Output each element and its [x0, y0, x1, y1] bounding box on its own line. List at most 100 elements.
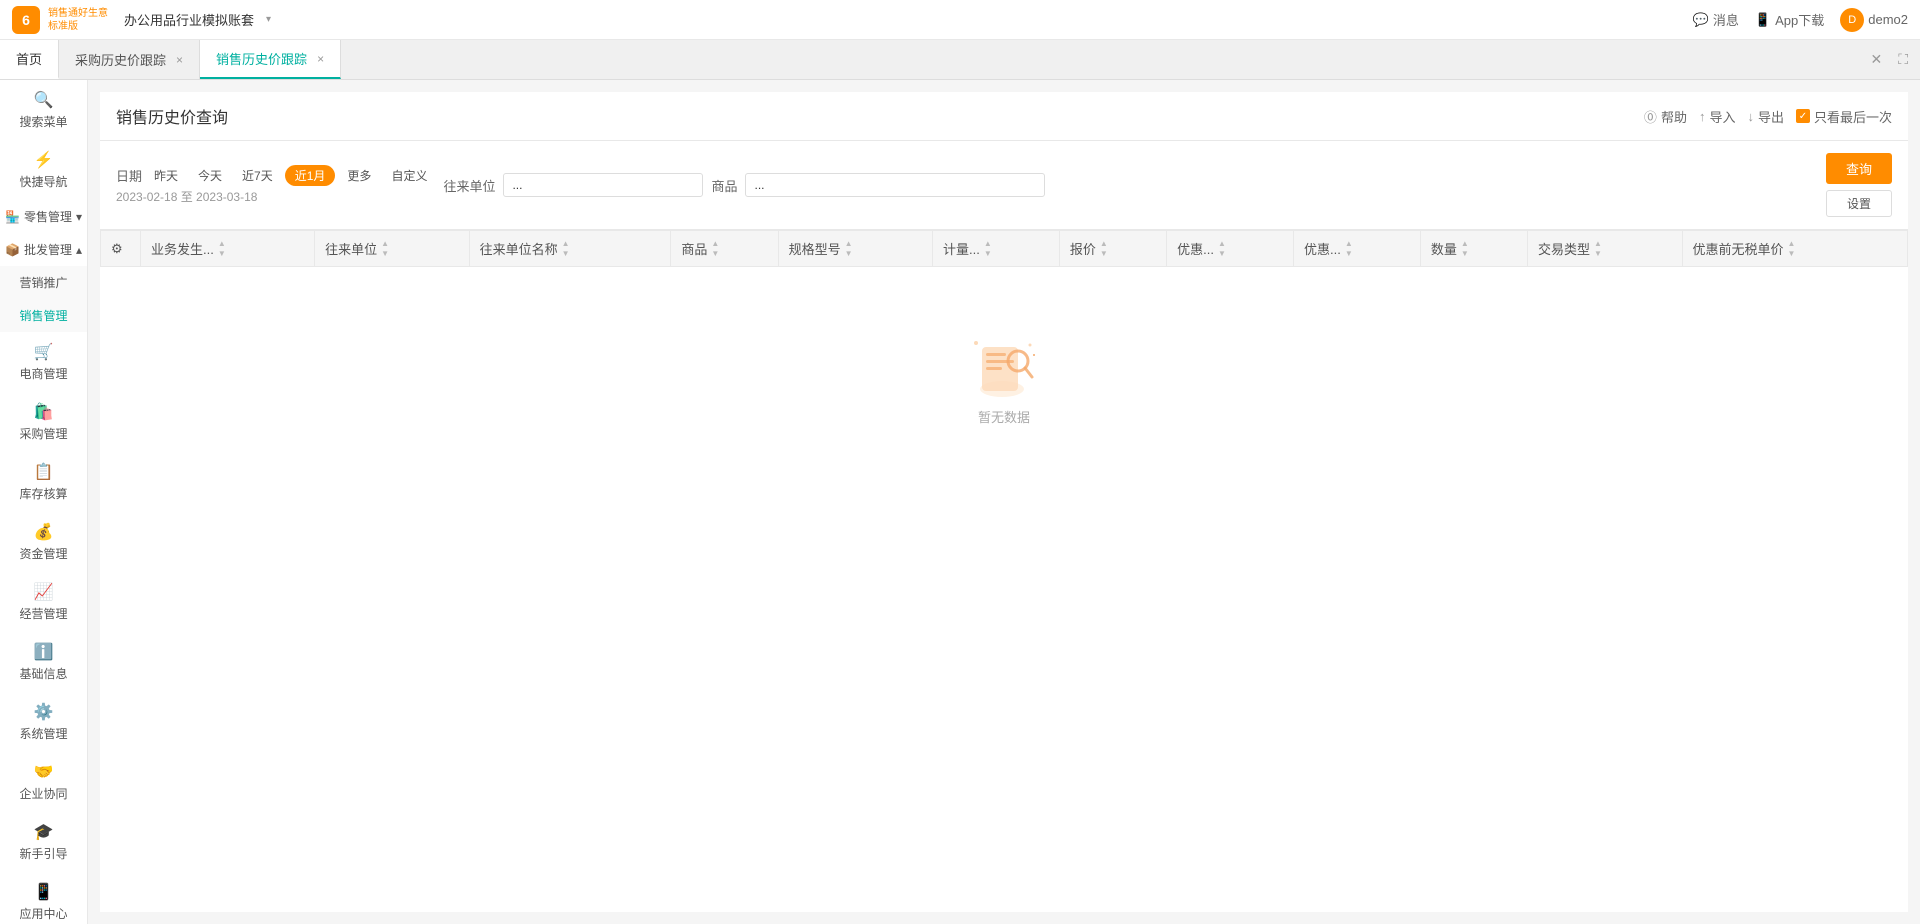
system-icon: ⚙️	[34, 702, 54, 722]
user-avatar-btn[interactable]: D demo2	[1840, 8, 1908, 32]
counterparty-input[interactable]: ...	[503, 173, 703, 197]
app-title-dropdown[interactable]: ▾	[266, 14, 271, 25]
sidebar-item-basic[interactable]: ℹ️ 基础信息	[0, 632, 87, 692]
th-biz-date[interactable]: 业务发生... ▲▼	[141, 231, 315, 267]
sidebar-label-ecommerce: 电商管理	[19, 365, 67, 382]
th-goods[interactable]: 商品 ▲▼	[671, 231, 778, 267]
date-btn-today[interactable]: 今天	[190, 165, 230, 186]
query-btn[interactable]: 查询	[1826, 153, 1892, 184]
sidebar-label-purchase: 采购管理	[19, 425, 67, 442]
message-btn[interactable]: 💬 消息	[1693, 10, 1739, 29]
logo-icon: 6	[12, 6, 40, 34]
finance-icon: 💰	[34, 522, 54, 542]
basic-icon: ℹ️	[34, 642, 54, 662]
th-discount1[interactable]: 优惠... ▲▼	[1167, 231, 1294, 267]
sidebar-item-marketing[interactable]: 营销推广	[0, 266, 87, 299]
help-btn[interactable]: ⓪ 帮助	[1644, 107, 1687, 126]
tab-home[interactable]: 首页	[0, 40, 59, 79]
th-trade-type[interactable]: 交易类型 ▲▼	[1528, 231, 1682, 267]
apps-icon: 📱	[34, 882, 54, 902]
sidebar-label-wholesale: 批发管理	[24, 241, 72, 258]
sort-biz-date: ▲▼	[218, 239, 226, 258]
sidebar-item-search[interactable]: 🔍 搜索菜单	[0, 80, 87, 140]
tab-fullscreen-btn[interactable]: ⛶	[1894, 47, 1912, 72]
goods-input[interactable]: ...	[745, 173, 1045, 197]
tab-close-all-btn[interactable]: ✕	[1866, 47, 1886, 72]
th-spec[interactable]: 规格型号 ▲▼	[778, 231, 932, 267]
tab-sales-history[interactable]: 销售历史价跟踪 ×	[200, 40, 341, 79]
sort-quote: ▲▼	[1100, 239, 1108, 258]
th-settings[interactable]: ⚙	[101, 231, 141, 267]
sidebar-label-inventory: 库存核算	[19, 485, 67, 502]
sidebar-item-inventory[interactable]: 📋 库存核算	[0, 452, 87, 512]
date-btn-last1m[interactable]: 近1月	[285, 165, 336, 186]
th-unit[interactable]: 计量... ▲▼	[933, 231, 1060, 267]
export-icon: ↓	[1747, 109, 1754, 124]
sidebar-label-marketing: 营销推广	[19, 276, 67, 290]
export-btn[interactable]: ↓ 导出	[1747, 107, 1784, 126]
date-btn-yesterday[interactable]: 昨天	[146, 165, 186, 186]
tab-purchase-history[interactable]: 采购历史价跟踪 ×	[59, 40, 200, 79]
sidebar-item-enterprise[interactable]: 🤝 企业协同	[0, 752, 87, 812]
tab-sales-close[interactable]: ×	[317, 52, 324, 66]
enterprise-icon: 🤝	[34, 762, 54, 782]
date-btn-last7[interactable]: 近7天	[234, 165, 281, 186]
sidebar-item-purchase[interactable]: 🛍️ 采购管理	[0, 392, 87, 452]
sort-goods: ▲▼	[711, 239, 719, 258]
page-title: 销售历史价查询	[116, 104, 228, 128]
sidebar-label-basic: 基础信息	[19, 665, 67, 682]
sidebar-item-wholesale[interactable]: 📦 批发管理 ▴	[0, 233, 87, 266]
th-discount2[interactable]: 优惠... ▲▼	[1293, 231, 1420, 267]
content-area: 销售历史价查询 ⓪ 帮助 ↑ 导入 ↓ 导出 ✓	[88, 80, 1920, 924]
empty-state: 暂无数据	[100, 267, 1908, 486]
sidebar-item-retail[interactable]: 🏪 零售管理 ▾	[0, 200, 87, 233]
tab-purchase-label: 采购历史价跟踪	[75, 50, 166, 69]
import-btn[interactable]: ↑ 导入	[1699, 107, 1736, 126]
sidebar-item-ecommerce[interactable]: 🛒 电商管理	[0, 332, 87, 392]
sort-counterparty-code: ▲▼	[381, 239, 389, 258]
message-icon: 💬	[1693, 12, 1709, 28]
th-quote[interactable]: 报价 ▲▼	[1059, 231, 1166, 267]
empty-text: 暂无数据	[978, 407, 1030, 426]
goods-input-placeholder: ...	[754, 178, 764, 192]
th-counterparty-name[interactable]: 往来单位名称 ▲▼	[469, 231, 671, 267]
inventory-icon: 📋	[34, 462, 54, 482]
sidebar-item-apps[interactable]: 📱 应用中心	[0, 872, 87, 924]
tab-right-actions: ✕ ⛶	[1866, 40, 1920, 79]
sidebar-item-operations[interactable]: 📈 经营管理	[0, 572, 87, 632]
sidebar-label-search: 搜索菜单	[19, 113, 67, 130]
date-btn-custom[interactable]: 自定义	[383, 165, 435, 186]
app-download-icon: 📱	[1755, 12, 1771, 28]
sidebar-label-enterprise: 企业协同	[19, 785, 67, 802]
sidebar-item-system[interactable]: ⚙️ 系统管理	[0, 692, 87, 752]
tab-purchase-close[interactable]: ×	[176, 53, 183, 67]
counterparty-input-placeholder: ...	[512, 178, 522, 192]
sidebar-item-finance[interactable]: 💰 资金管理	[0, 512, 87, 572]
only-last-checkbox-group[interactable]: ✓ 只看最后一次	[1796, 107, 1892, 126]
page-header-actions: ⓪ 帮助 ↑ 导入 ↓ 导出 ✓ 只看最后一次	[1644, 107, 1892, 126]
operations-icon: 📈	[34, 582, 54, 602]
th-pretax[interactable]: 优惠前无税单价 ▲▼	[1682, 231, 1908, 267]
setting-btn[interactable]: 设置	[1826, 190, 1892, 217]
table-area: ⚙ 业务发生... ▲▼ 往来单位	[100, 230, 1908, 912]
table-header-row: ⚙ 业务发生... ▲▼ 往来单位	[101, 231, 1908, 267]
wholesale-icon: 📦	[5, 243, 20, 257]
only-last-label: 只看最后一次	[1814, 107, 1892, 126]
sidebar-item-quicknav[interactable]: ⚡ 快捷导航	[0, 140, 87, 200]
sort-discount1: ▲▼	[1218, 239, 1226, 258]
sidebar-item-guide[interactable]: 🎓 新手引导	[0, 812, 87, 872]
tab-bar: 首页 采购历史价跟踪 × 销售历史价跟踪 × ✕ ⛶	[0, 40, 1920, 80]
date-range-display: 2023-02-18 至 2023-03-18	[116, 188, 435, 205]
sidebar-item-sales-mgmt[interactable]: 销售管理	[0, 299, 87, 332]
th-quantity[interactable]: 数量 ▲▼	[1420, 231, 1527, 267]
empty-illustration	[964, 327, 1044, 407]
gear-icon: ⚙	[111, 241, 123, 256]
table-header: ⚙ 业务发生... ▲▼ 往来单位	[101, 231, 1908, 267]
filter-row: 日期 昨天 今天 近7天 近1月 更多 自定义 2023-02-18 至 202…	[116, 165, 1810, 205]
date-btn-more[interactable]: 更多	[339, 165, 379, 186]
sort-unit: ▲▼	[984, 239, 992, 258]
th-counterparty-code[interactable]: 往来单位 ▲▼	[315, 231, 469, 267]
sidebar: 🔍 搜索菜单 ⚡ 快捷导航 🏪 零售管理 ▾ 📦 批发管理 ▴ 营销推广 销售管…	[0, 80, 88, 924]
only-last-checkbox[interactable]: ✓	[1796, 109, 1810, 123]
app-download-btn[interactable]: 📱 App下载	[1755, 10, 1824, 29]
